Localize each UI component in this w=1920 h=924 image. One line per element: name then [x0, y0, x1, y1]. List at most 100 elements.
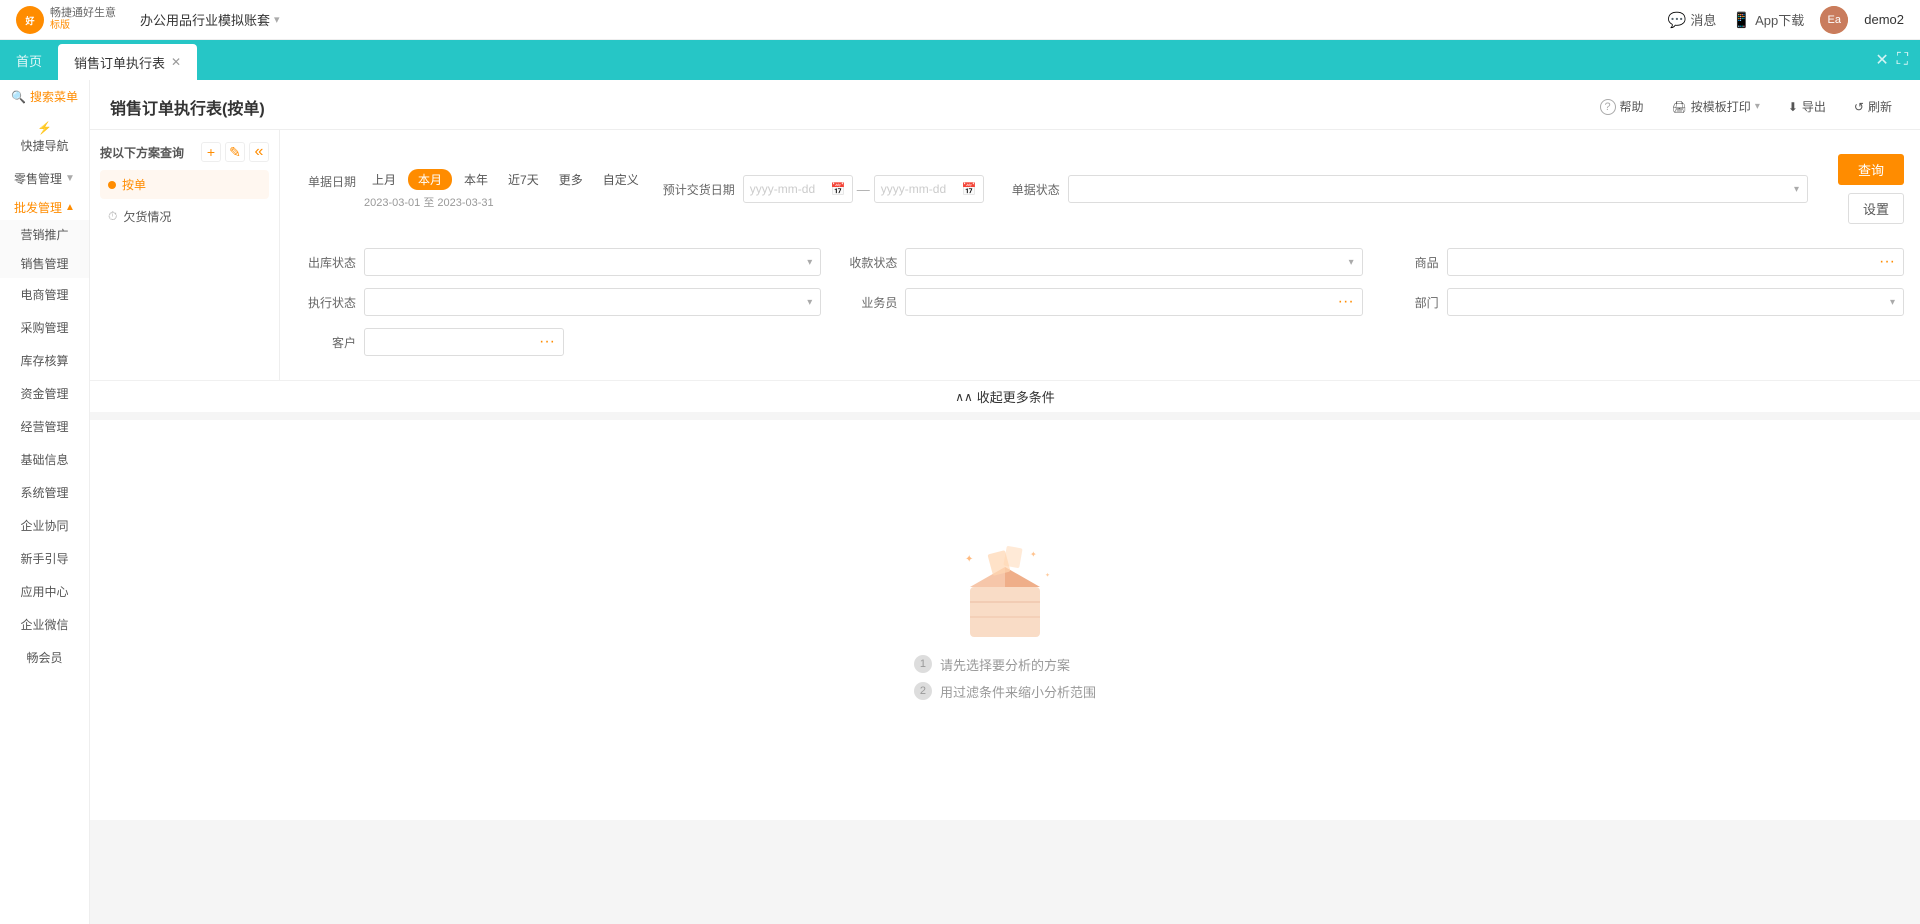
user-avatar-bg: Ea: [1820, 6, 1848, 34]
receipt-arrow-icon: ▾: [1349, 257, 1354, 268]
status-select[interactable]: ▾: [1068, 175, 1808, 203]
filter-conditions: 单据日期 上月 本月 本年 近7天 更多 自定义 20: [280, 130, 1920, 380]
date-field-container: 单据日期 上月 本月 本年 近7天 更多 自定义 20: [296, 169, 647, 210]
help-btn[interactable]: ? 帮助: [1592, 94, 1652, 119]
tab-custom[interactable]: 自定义: [595, 169, 647, 190]
tab-last-month[interactable]: 上月: [364, 169, 404, 190]
print-arrow-icon: ▾: [1755, 101, 1760, 112]
svg-text:✦: ✦: [965, 554, 973, 565]
page-title: 销售订单执行表(按单): [110, 95, 265, 119]
scheme-header-title: 按以下方案查询: [100, 144, 184, 161]
salesman-input[interactable]: ···: [905, 288, 1362, 316]
sidebar-item-ecommerce[interactable]: 电商管理: [0, 278, 89, 311]
filter-row-3: 执行状态 ▾ 业务员 ···: [296, 288, 1904, 316]
empty-illustration: ✦ ✦ ✦: [945, 532, 1065, 655]
sidebar-item-system[interactable]: 系统管理: [0, 476, 89, 509]
sidebar-item-purchase[interactable]: 采购管理: [0, 311, 89, 344]
sidebar-item-appstore[interactable]: 应用中心: [0, 575, 89, 608]
date-field-controls: 上月 本月 本年 近7天 更多 自定义 2023-03-01 至 2023-03…: [364, 169, 647, 210]
filter-row-2: 出库状态 ▾ 收款状态 ▾: [296, 248, 1904, 276]
status-field: 单据状态 ▾: [1000, 175, 1808, 203]
app-icon: 📱: [1732, 11, 1751, 29]
step-2-text: 用过滤条件来缩小分析范围: [940, 682, 1096, 701]
scheme-header: 按以下方案查询 + ✎ «: [100, 142, 269, 162]
search-label: 搜索菜单: [30, 88, 78, 105]
export-btn[interactable]: ⬇ 导出: [1780, 94, 1834, 119]
breadcrumb[interactable]: 办公用品行业模拟账套 ▾: [140, 10, 280, 29]
search-icon: 🔍: [11, 90, 26, 104]
sidebar-item-enterprise[interactable]: 企业协同: [0, 509, 89, 542]
sidebar-item-marketing[interactable]: 营销推广: [0, 220, 89, 249]
shortage-icon: ⏱: [108, 209, 117, 224]
exec-status-select[interactable]: ▾: [364, 288, 821, 316]
goods-label: 商品: [1379, 254, 1439, 271]
tab-home[interactable]: 首页: [0, 40, 58, 80]
tab-last-7-days[interactable]: 近7天: [500, 169, 547, 190]
sidebar-item-sales[interactable]: 销售管理: [0, 249, 89, 278]
scheme-item-dot: [108, 181, 116, 189]
tab-maximize-icon[interactable]: ⛶: [1897, 51, 1908, 69]
scheme-item-shortage[interactable]: ⏱ 欠货情况: [100, 203, 269, 230]
filter-scheme-panel: 按以下方案查询 + ✎ «: [90, 130, 280, 380]
department-select[interactable]: ▾: [1447, 288, 1904, 316]
query-button[interactable]: 查询: [1838, 154, 1904, 185]
expected-date-to[interactable]: yyyy-mm-dd 📅: [874, 175, 984, 203]
goods-input[interactable]: ···: [1447, 248, 1904, 276]
svg-text:✦: ✦: [1030, 550, 1037, 559]
tab-this-year[interactable]: 本年: [456, 169, 496, 190]
out-stock-arrow-icon: ▾: [807, 257, 812, 268]
step-1-num: 1: [914, 655, 932, 673]
scheme-collapse-btn[interactable]: «: [249, 142, 269, 162]
tab-this-month[interactable]: 本月: [408, 169, 452, 190]
out-stock-select[interactable]: ▾: [364, 248, 821, 276]
salesman-dots-icon[interactable]: ···: [1338, 293, 1354, 311]
tab-close-icon[interactable]: ✕: [171, 55, 181, 69]
customer-input[interactable]: ···: [364, 328, 564, 356]
sidebar-item-newbie[interactable]: 新手引导: [0, 542, 89, 575]
tab-close-all-icon[interactable]: ✕: [1875, 50, 1888, 70]
message-action[interactable]: 💬 消息: [1668, 10, 1717, 29]
app-download-action[interactable]: 📱 App下载: [1732, 10, 1804, 29]
user-avatar[interactable]: Ea: [1820, 6, 1848, 34]
sidebar-item-inventory[interactable]: 库存核算: [0, 344, 89, 377]
collapse-bar[interactable]: ∧∧ 收起更多条件: [90, 380, 1920, 412]
logo-area: 好 畅捷通好生意 标版: [16, 6, 116, 34]
sidebar-item-shortcut[interactable]: ⚡ 快捷导航: [0, 113, 89, 162]
svg-text:✦: ✦: [1045, 572, 1050, 579]
customer-label: 客户: [296, 334, 356, 351]
collapse-up-icon: ∧∧: [955, 390, 973, 404]
user-name[interactable]: demo2: [1864, 12, 1904, 27]
main-layout: 🔍 搜索菜单 ⚡ 快捷导航 零售管理 ▼ 批发管理 ▲ 营销推广 销售管理 电商…: [0, 80, 1920, 924]
customer-dots-icon[interactable]: ···: [539, 333, 555, 351]
sidebar-item-wholesale[interactable]: 批发管理 ▲: [0, 191, 89, 220]
scheme-add-btn[interactable]: +: [201, 142, 221, 162]
tab-sales-order[interactable]: 销售订单执行表 ✕: [58, 44, 197, 80]
sidebar-item-retail[interactable]: 零售管理 ▼: [0, 162, 89, 191]
department-label: 部门: [1379, 294, 1439, 311]
shortcut-icon: ⚡: [37, 121, 52, 135]
sidebar-item-wechat[interactable]: 企业微信: [0, 608, 89, 641]
filter-content-wrapper: 按以下方案查询 + ✎ «: [90, 130, 1920, 412]
out-stock-field: 出库状态 ▾: [296, 248, 821, 276]
top-header: 好 畅捷通好生意 标版 办公用品行业模拟账套 ▾ 💬 消息 📱 App下载 Ea…: [0, 0, 1920, 40]
header-left: 好 畅捷通好生意 标版 办公用品行业模拟账套 ▾: [16, 6, 280, 34]
settings-button[interactable]: 设置: [1848, 193, 1904, 224]
step-2-num: 2: [914, 682, 932, 700]
sidebar-item-operation[interactable]: 经营管理: [0, 410, 89, 443]
print-btn[interactable]: 🖨 按模板打印 ▾: [1664, 94, 1768, 119]
sidebar-item-basic[interactable]: 基础信息: [0, 443, 89, 476]
date-range-text: 2023-03-01 至 2023-03-31: [364, 194, 647, 210]
goods-dots-icon[interactable]: ···: [1879, 253, 1895, 271]
sidebar-item-member[interactable]: 畅会员: [0, 641, 89, 674]
sidebar-item-finance[interactable]: 资金管理: [0, 377, 89, 410]
scheme-edit-btn[interactable]: ✎: [225, 142, 245, 162]
filter-row-1: 单据日期 上月 本月 本年 近7天 更多 自定义 20: [296, 142, 1904, 236]
sidebar-search[interactable]: 🔍 搜索菜单: [0, 80, 89, 113]
tab-more[interactable]: 更多: [551, 169, 591, 190]
scheme-item-by-order[interactable]: 按单: [100, 170, 269, 199]
expected-date-from[interactable]: yyyy-mm-dd 📅: [743, 175, 853, 203]
calendar-from-icon: 📅: [831, 182, 846, 196]
refresh-btn[interactable]: ↺ 刷新: [1846, 94, 1900, 119]
receipt-select[interactable]: ▾: [905, 248, 1362, 276]
tab-bar: 首页 销售订单执行表 ✕ ✕ ⛶: [0, 40, 1920, 80]
